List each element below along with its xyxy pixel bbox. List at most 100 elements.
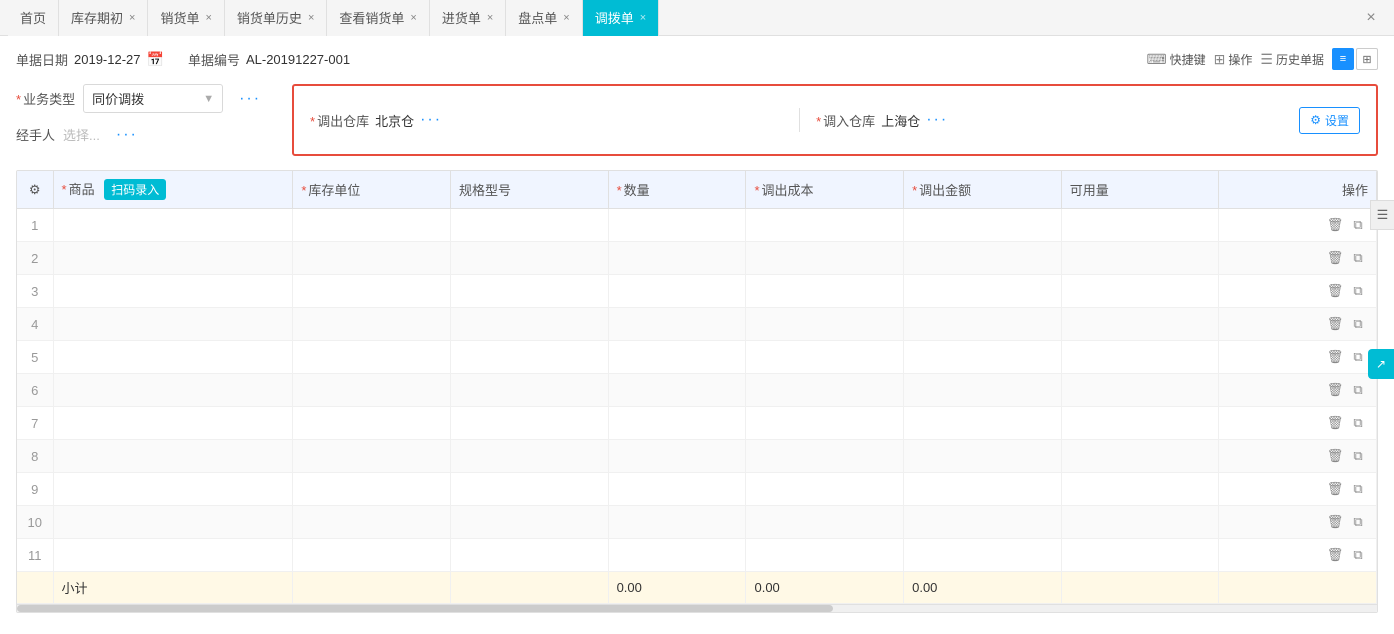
expand-icon: ↗: [1376, 357, 1386, 371]
tab-inventory-close[interactable]: ×: [563, 12, 569, 24]
col-header-qty: *数量: [608, 171, 746, 209]
tab-view-sales[interactable]: 查看销货单 ×: [327, 0, 429, 36]
header-row: 单据日期 2019-12-27 📅 单据编号 AL-20191227-001 ⌨…: [16, 48, 1378, 70]
col-header-cost: *调出成本: [746, 171, 904, 209]
person-row: 经手人 选择... ···: [16, 125, 276, 144]
subtotal-row: 小计 0.00 0.00 0.00: [17, 572, 1377, 604]
transfer-in-more-btn[interactable]: ···: [926, 111, 948, 129]
copy-icon[interactable]: ⧉: [1348, 479, 1368, 499]
tab-sales-history[interactable]: 销货单历史 ×: [225, 0, 327, 36]
transfer-out-value: 北京仓: [375, 111, 414, 130]
delete-icon[interactable]: 🗑: [1325, 215, 1345, 235]
doc-number-value: AL-20191227-001: [246, 52, 350, 67]
copy-icon[interactable]: ⧉: [1348, 413, 1368, 433]
delete-icon[interactable]: 🗑: [1325, 314, 1345, 334]
col-header-amount: *调出金额: [904, 171, 1062, 209]
horizontal-scrollbar[interactable]: [17, 604, 1377, 612]
copy-icon[interactable]: ⧉: [1348, 281, 1368, 301]
scan-entry-button[interactable]: 扫码录入: [104, 179, 166, 200]
delete-icon[interactable]: 🗑: [1325, 512, 1345, 532]
tab-home-label: 首页: [20, 8, 46, 27]
operation-label: 操作: [1228, 51, 1252, 68]
delete-icon[interactable]: 🗑: [1325, 413, 1345, 433]
col-header-product: *商品 扫码录入: [53, 171, 293, 209]
tab-purchase-order[interactable]: 进货单 ×: [430, 0, 506, 36]
history-icon: ☰: [1260, 51, 1273, 68]
transfer-in-value: 上海仓: [881, 111, 920, 130]
delete-icon[interactable]: 🗑: [1325, 248, 1345, 268]
tab-home[interactable]: 首页: [8, 0, 59, 36]
set-button[interactable]: ⚙ 设置: [1299, 107, 1360, 134]
close-all-tabs-button[interactable]: ×: [1356, 0, 1386, 36]
tab-transfer-close[interactable]: ×: [640, 12, 646, 24]
delete-icon[interactable]: 🗑: [1325, 545, 1345, 565]
business-type-more-btn[interactable]: ···: [239, 90, 261, 108]
col-header-gear[interactable]: ⚙: [17, 171, 53, 209]
shortcut-icon: ⌨: [1146, 51, 1166, 68]
copy-icon[interactable]: ⧉: [1348, 248, 1368, 268]
delete-icon[interactable]: 🗑: [1325, 380, 1345, 400]
col-header-spec: 规格型号: [450, 171, 608, 209]
table-wrapper: ⚙ *商品 扫码录入 *库存单位 规格型号 *数量 *调出成本: [16, 170, 1378, 613]
copy-icon[interactable]: ⧉: [1348, 446, 1368, 466]
delete-icon[interactable]: 🗑: [1325, 446, 1345, 466]
business-type-select[interactable]: 同价调拨 ▼: [83, 84, 223, 113]
copy-icon[interactable]: ⧉: [1348, 314, 1368, 334]
tab-stock-init[interactable]: 库存期初 ×: [59, 0, 148, 36]
header-actions: ⌨ 快捷键 ⊞ 操作 ☰ 历史单据 ≡ ⊞: [1146, 48, 1378, 70]
layout-btn-grid[interactable]: ⊞: [1356, 48, 1378, 70]
tab-sales-order[interactable]: 销货单 ×: [148, 0, 224, 36]
tab-purchase-order-label: 进货单: [442, 8, 481, 27]
table-row: 2🗑⧉: [17, 242, 1377, 275]
transfer-out-block: *调出仓库 北京仓 ···: [310, 111, 783, 130]
scrollbar-thumb[interactable]: [17, 605, 833, 612]
col-header-avail: 可用量: [1061, 171, 1219, 209]
transfer-in-label: *调入仓库: [816, 111, 875, 130]
tab-purchase-order-close[interactable]: ×: [487, 12, 493, 24]
tab-transfer[interactable]: 调拨单 ×: [583, 0, 659, 36]
calendar-icon[interactable]: 📅: [147, 51, 164, 68]
set-gear-icon: ⚙: [1310, 113, 1321, 127]
table-row: 6🗑⧉: [17, 374, 1377, 407]
layout-btn-list[interactable]: ≡: [1332, 48, 1354, 70]
tab-sales-order-close[interactable]: ×: [205, 12, 211, 24]
tab-view-sales-label: 查看销货单: [339, 8, 404, 27]
layout-buttons: ≡ ⊞: [1332, 48, 1378, 70]
shortcut-label: 快捷键: [1170, 51, 1206, 68]
right-panel-list-btn[interactable]: ☰: [1370, 200, 1394, 230]
history-label: 历史单据: [1276, 51, 1324, 68]
delete-icon[interactable]: 🗑: [1325, 281, 1345, 301]
transfer-table: ⚙ *商品 扫码录入 *库存单位 规格型号 *数量 *调出成本: [17, 171, 1377, 604]
shortcut-action[interactable]: ⌨ 快捷键: [1146, 51, 1205, 68]
tab-inventory[interactable]: 盘点单 ×: [506, 0, 582, 36]
expand-side-button[interactable]: ↗: [1368, 349, 1394, 379]
subtotal-label: 小计: [53, 572, 293, 604]
tab-stock-init-label: 库存期初: [71, 8, 123, 27]
copy-icon[interactable]: ⧉: [1348, 380, 1368, 400]
delete-icon[interactable]: 🗑: [1325, 347, 1345, 367]
delete-icon[interactable]: 🗑: [1325, 479, 1345, 499]
copy-icon[interactable]: ⧉: [1348, 545, 1368, 565]
transfer-out-more-btn[interactable]: ···: [420, 111, 442, 129]
set-label: 设置: [1325, 112, 1349, 129]
person-input[interactable]: 选择...: [63, 125, 100, 144]
tab-sales-order-label: 销货单: [160, 8, 199, 27]
copy-icon[interactable]: ⧉: [1348, 215, 1368, 235]
person-more-btn[interactable]: ···: [116, 126, 138, 144]
table-row: 9🗑⧉: [17, 473, 1377, 506]
operation-action[interactable]: ⊞ 操作: [1214, 51, 1253, 68]
doc-date-field: 单据日期 2019-12-27 📅: [16, 50, 164, 69]
tab-view-sales-close[interactable]: ×: [410, 12, 416, 24]
tab-stock-init-close[interactable]: ×: [129, 12, 135, 24]
table-row: 4🗑⧉: [17, 308, 1377, 341]
tab-bar: 首页 库存期初 × 销货单 × 销货单历史 × 查看销货单 × 进货单 × 盘点…: [0, 0, 1394, 36]
warehouse-panel: *调出仓库 北京仓 ··· *调入仓库 上海仓 ··· ⚙ 设置: [292, 84, 1378, 156]
table-row: 10🗑⧉: [17, 506, 1377, 539]
main-content: 单据日期 2019-12-27 📅 单据编号 AL-20191227-001 ⌨…: [0, 36, 1394, 625]
warehouse-divider: [799, 108, 800, 132]
table-row: 11🗑⧉: [17, 539, 1377, 572]
tab-sales-history-close[interactable]: ×: [308, 12, 314, 24]
copy-icon[interactable]: ⧉: [1348, 347, 1368, 367]
copy-icon[interactable]: ⧉: [1348, 512, 1368, 532]
history-action[interactable]: ☰ 历史单据: [1260, 51, 1324, 68]
